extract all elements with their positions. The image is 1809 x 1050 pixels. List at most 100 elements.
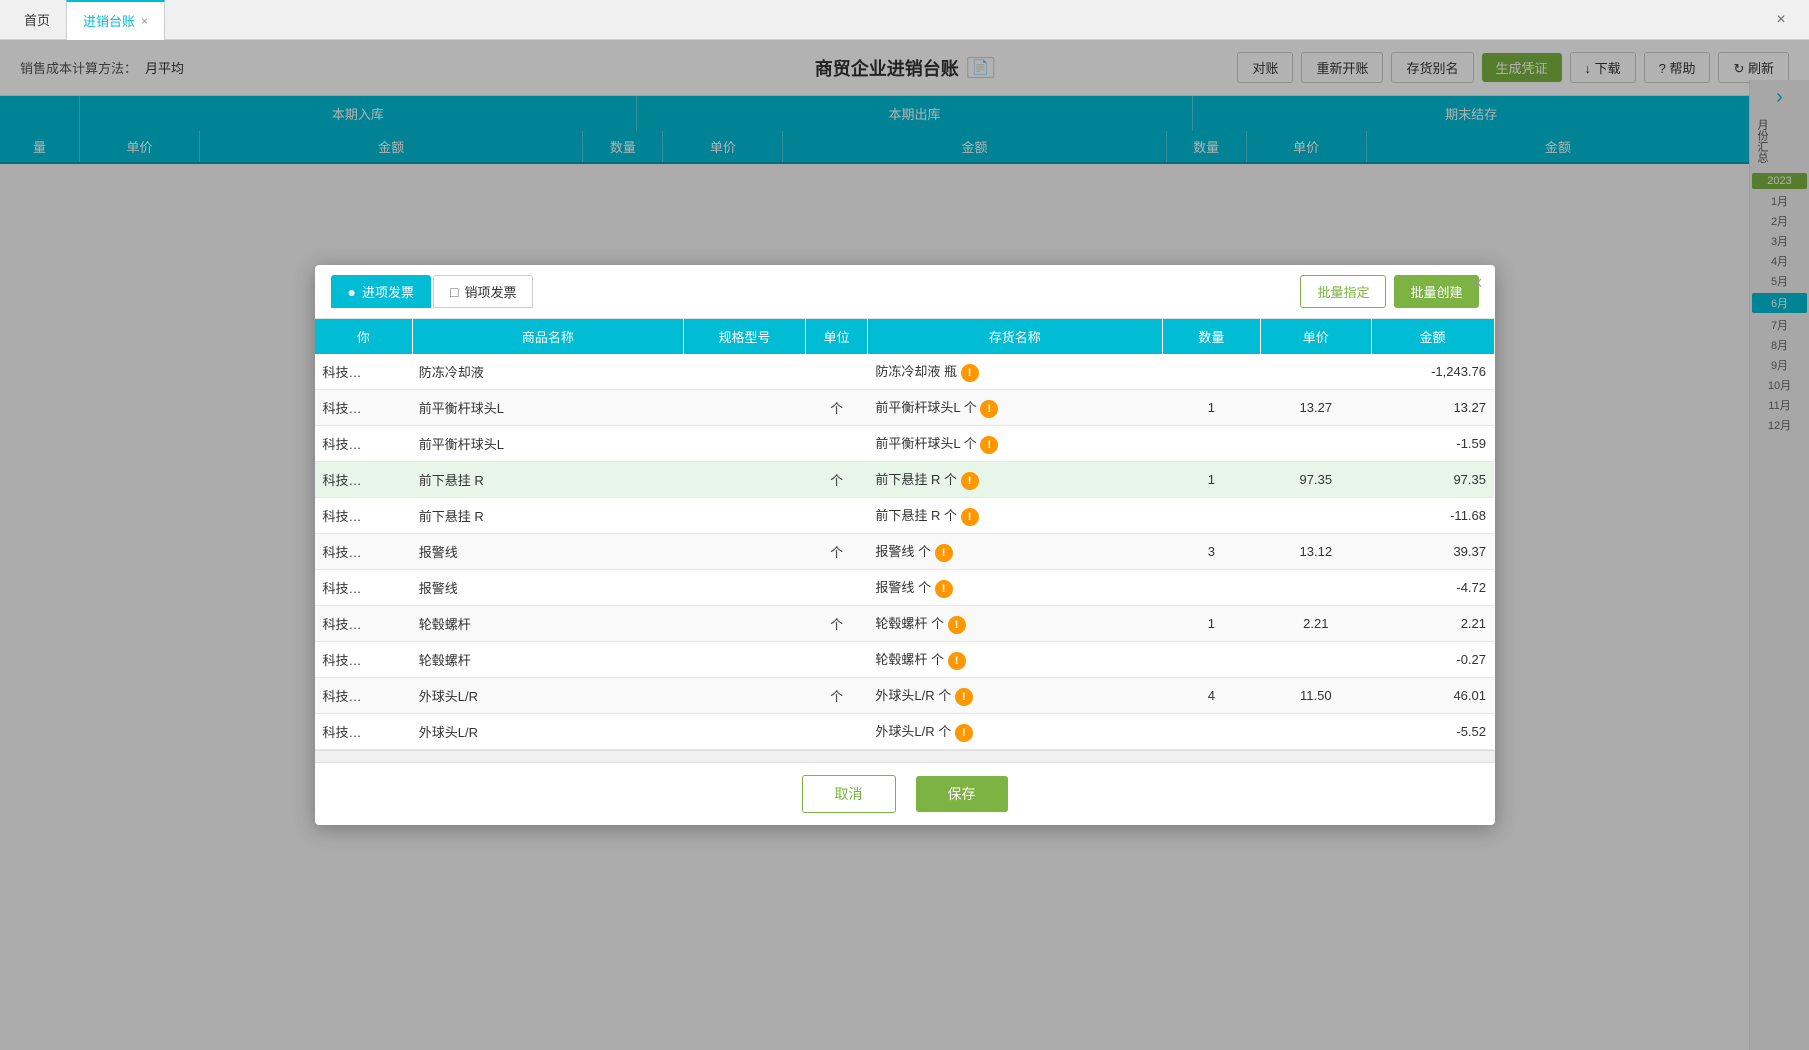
table-row[interactable]: 科技… 前平衡杆球头L 个 前平衡杆球头L 个 ! 1 13.27 13.27	[315, 390, 1495, 426]
table-row[interactable]: 科技… 前平衡杆球头L 前平衡杆球头L 个 ! -1.59	[315, 426, 1495, 462]
cell-id: 科技…	[315, 642, 413, 678]
cell-stock-name: 轮毂螺杆 个 !	[867, 642, 1162, 678]
cell-product-name: 外球头L/R	[413, 714, 683, 750]
cell-unit	[806, 354, 867, 390]
cell-amount: 39.37	[1371, 534, 1494, 570]
cancel-button[interactable]: 取消	[802, 775, 896, 813]
table-row[interactable]: 科技… 报警线 个 报警线 个 ! 3 13.12 39.37	[315, 534, 1495, 570]
cell-qty	[1162, 570, 1260, 606]
table-row[interactable]: 科技… 外球头L/R 外球头L/R 个 ! -5.52	[315, 714, 1495, 750]
cell-product-name: 轮毂螺杆	[413, 606, 683, 642]
cell-qty	[1162, 354, 1260, 390]
warn-icon: !	[980, 436, 998, 454]
cell-unit: 个	[806, 678, 867, 714]
warn-icon: !	[955, 724, 973, 742]
batch-create-button[interactable]: 批量创建	[1394, 275, 1478, 308]
modal-tabs: ● 进项发票 □ 销项发票	[331, 275, 534, 308]
col-qty: 数量	[1162, 319, 1260, 354]
table-row[interactable]: 科技… 外球头L/R 个 外球头L/R 个 ! 4 11.50 46.01	[315, 678, 1495, 714]
cell-price: 11.50	[1261, 678, 1372, 714]
warn-icon: !	[948, 616, 966, 634]
cell-stock-name: 前下悬挂 R 个 !	[867, 498, 1162, 534]
tab-active[interactable]: 进销台账 ×	[66, 0, 165, 40]
cell-spec	[683, 606, 806, 642]
cell-stock-name: 前平衡杆球头L 个 !	[867, 390, 1162, 426]
cell-price: 97.35	[1261, 462, 1372, 498]
cell-spec	[683, 570, 806, 606]
col-stock-name: 存货名称	[867, 319, 1162, 354]
cell-amount: -11.68	[1371, 498, 1494, 534]
cell-price	[1261, 714, 1372, 750]
col-amount: 金额	[1371, 319, 1494, 354]
cell-amount: 2.21	[1371, 606, 1494, 642]
cell-qty: 4	[1162, 678, 1260, 714]
cell-amount: -1,243.76	[1371, 354, 1494, 390]
cell-qty: 1	[1162, 390, 1260, 426]
cell-id: 科技…	[315, 678, 413, 714]
warn-icon: !	[961, 508, 979, 526]
tab-income-invoice[interactable]: ● 进项发票	[331, 275, 431, 308]
table-row[interactable]: 科技… 轮毂螺杆 个 轮毂螺杆 个 ! 1 2.21 2.21	[315, 606, 1495, 642]
modal-dialog: ● 进项发票 □ 销项发票 批量指定 批量创建 ×	[315, 265, 1495, 825]
cell-stock-name: 防冻冷却液 瓶 !	[867, 354, 1162, 390]
cell-product-name: 前平衡杆球头L	[413, 390, 683, 426]
cell-id: 科技…	[315, 714, 413, 750]
warn-icon: !	[961, 472, 979, 490]
modal-footer: 取消 保存	[315, 762, 1495, 825]
warn-icon: !	[955, 688, 973, 706]
tab-home[interactable]: 首页	[8, 0, 66, 40]
cell-unit	[806, 642, 867, 678]
cell-id: 科技…	[315, 462, 413, 498]
cell-stock-name: 报警线 个 !	[867, 534, 1162, 570]
cell-product-name: 防冻冷却液	[413, 354, 683, 390]
window-close-button[interactable]: ×	[1761, 0, 1801, 40]
table-row[interactable]: 科技… 轮毂螺杆 轮毂螺杆 个 ! -0.27	[315, 642, 1495, 678]
cell-unit: 个	[806, 606, 867, 642]
cell-amount: -0.27	[1371, 642, 1494, 678]
save-button[interactable]: 保存	[916, 776, 1008, 812]
tab-close-icon[interactable]: ×	[141, 14, 148, 28]
warn-icon: !	[948, 652, 966, 670]
cell-amount: 13.27	[1371, 390, 1494, 426]
modal-overlay: ● 进项发票 □ 销项发票 批量指定 批量创建 ×	[0, 40, 1809, 1050]
col-spec: 规格型号	[683, 319, 806, 354]
table-row[interactable]: 科技… 前下悬挂 R 前下悬挂 R 个 ! -11.68	[315, 498, 1495, 534]
cell-unit: 个	[806, 390, 867, 426]
cell-spec	[683, 678, 806, 714]
cell-amount: 97.35	[1371, 462, 1494, 498]
cell-spec	[683, 390, 806, 426]
warn-icon: !	[980, 400, 998, 418]
table-row[interactable]: 科技… 报警线 报警线 个 ! -4.72	[315, 570, 1495, 606]
cell-price	[1261, 498, 1372, 534]
cell-product-name: 报警线	[413, 570, 683, 606]
modal-scrollbar[interactable]	[315, 750, 1495, 762]
cell-spec	[683, 354, 806, 390]
cell-stock-name: 轮毂螺杆 个 !	[867, 606, 1162, 642]
modal-header: ● 进项发票 □ 销项发票 批量指定 批量创建 ×	[315, 265, 1495, 319]
cell-spec	[683, 462, 806, 498]
col-price: 单价	[1261, 319, 1372, 354]
table-row[interactable]: 科技… 前下悬挂 R 个 前下悬挂 R 个 ! 1 97.35 97.35	[315, 462, 1495, 498]
cell-stock-name: 外球头L/R 个 !	[867, 678, 1162, 714]
tab-bar: 首页 进销台账 × ×	[0, 0, 1809, 40]
cell-spec	[683, 714, 806, 750]
cell-stock-name: 前平衡杆球头L 个 !	[867, 426, 1162, 462]
modal-header-buttons: 批量指定 批量创建	[1300, 275, 1478, 308]
table-row[interactable]: 科技… 防冻冷却液 防冻冷却液 瓶 ! -1,243.76	[315, 354, 1495, 390]
cell-id: 科技…	[315, 606, 413, 642]
cell-spec	[683, 534, 806, 570]
cell-id: 科技…	[315, 570, 413, 606]
tab-sales-invoice[interactable]: □ 销项发票	[433, 275, 533, 308]
modal-close-button[interactable]: ×	[1472, 273, 1483, 294]
cell-product-name: 外球头L/R	[413, 678, 683, 714]
cell-spec	[683, 642, 806, 678]
warn-icon: !	[961, 364, 979, 382]
cell-qty: 1	[1162, 606, 1260, 642]
sales-tab-icon: □	[450, 284, 458, 300]
batch-assign-button[interactable]: 批量指定	[1300, 275, 1386, 308]
cell-price	[1261, 642, 1372, 678]
cell-stock-name: 报警线 个 !	[867, 570, 1162, 606]
cell-unit	[806, 498, 867, 534]
cell-price	[1261, 570, 1372, 606]
cell-qty: 3	[1162, 534, 1260, 570]
